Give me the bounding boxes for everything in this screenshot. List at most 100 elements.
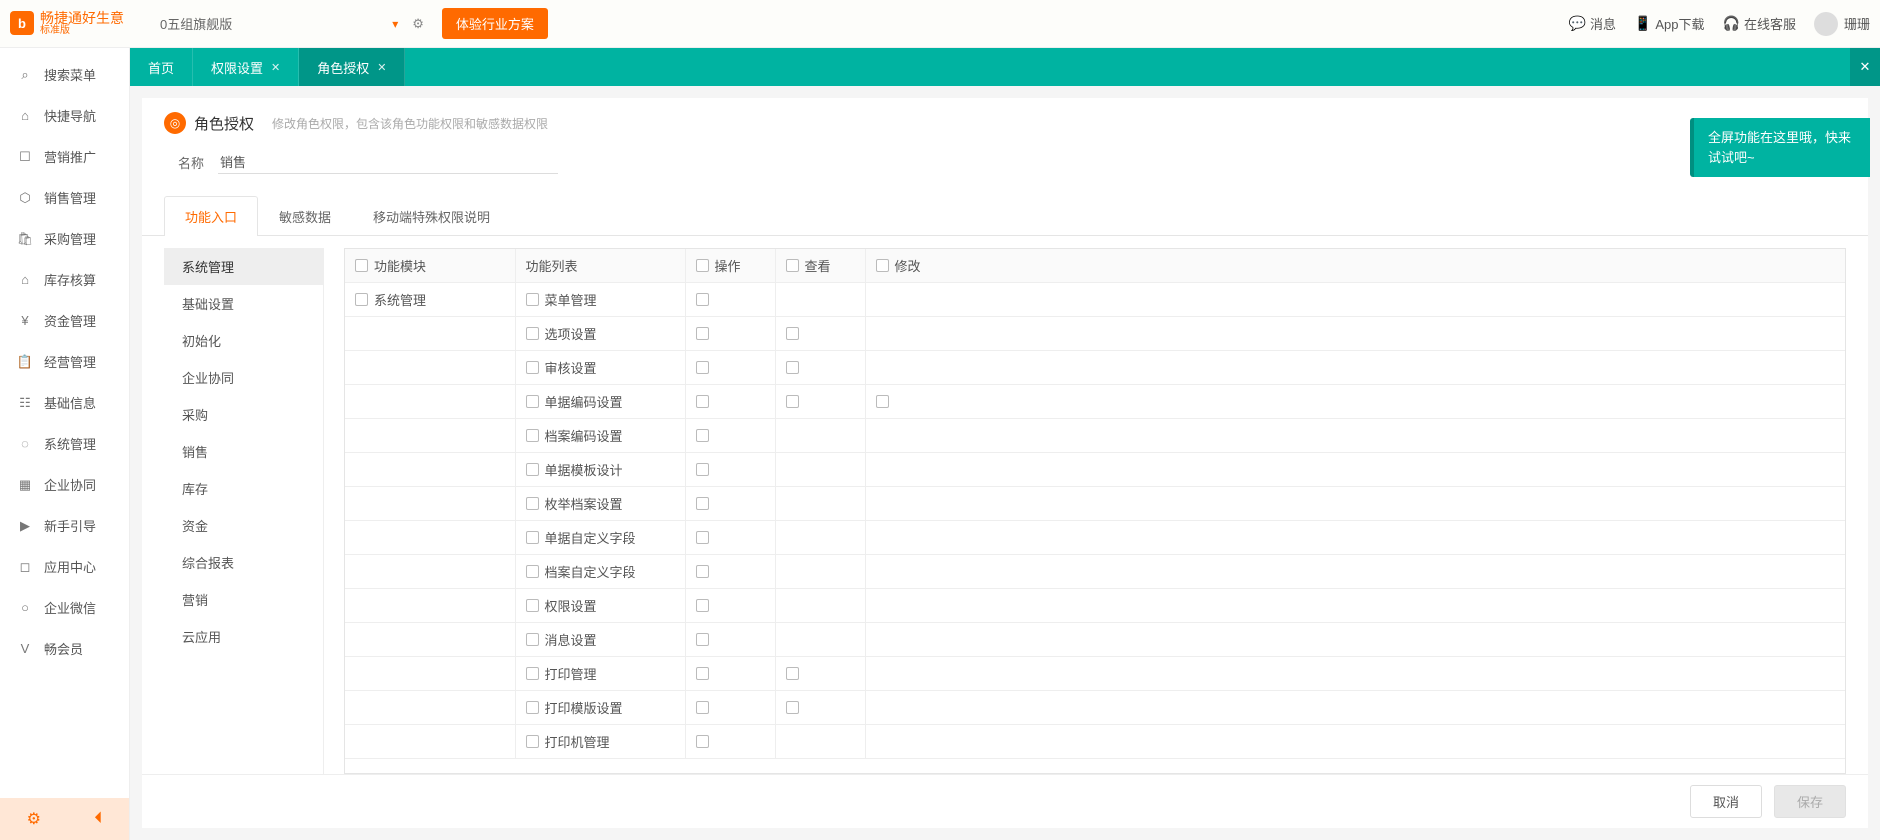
chevron-down-icon: ▾ — [392, 17, 398, 31]
op-checkbox[interactable] — [696, 293, 709, 306]
sidebar-item-label: 系统管理 — [44, 434, 96, 453]
sidebar-item[interactable]: 🛍采购管理 — [0, 218, 129, 259]
category-item[interactable]: 云应用 — [164, 618, 323, 655]
op-checkbox[interactable] — [696, 735, 709, 748]
view-checkbox[interactable] — [786, 327, 799, 340]
version-select[interactable]: 0五组旗舰版 ▾ — [160, 14, 398, 33]
op-checkbox[interactable] — [696, 327, 709, 340]
tab[interactable]: 权限设置✕ — [193, 48, 299, 86]
category-item[interactable]: 企业协同 — [164, 359, 323, 396]
online-support-link[interactable]: 🎧 在线客服 — [1723, 14, 1796, 33]
sidebar-item[interactable]: ⬡销售管理 — [0, 177, 129, 218]
name-input[interactable] — [218, 150, 558, 174]
table-row: 单据自定义字段 — [345, 521, 1845, 555]
module-header: 功能模块 — [374, 256, 426, 275]
logo[interactable]: b 畅捷通好生意 标准版 — [10, 11, 140, 35]
sidebar-item[interactable]: ⌂快捷导航 — [0, 95, 129, 136]
messages-link[interactable]: 💬 消息 — [1569, 14, 1616, 33]
collapse-icon[interactable]: ⏴ — [94, 810, 102, 828]
sidebar-item[interactable]: ◌系统管理 — [0, 423, 129, 464]
func-label: 打印管理 — [545, 664, 597, 683]
func-checkbox[interactable] — [526, 667, 539, 680]
sub-tab[interactable]: 移动端特殊权限说明 — [352, 196, 511, 236]
sidebar-item[interactable]: ☷基础信息 — [0, 382, 129, 423]
promo-button[interactable]: 体验行业方案 — [442, 8, 548, 39]
func-checkbox[interactable] — [526, 361, 539, 374]
settings-gear-icon[interactable]: ⚙ — [412, 16, 424, 32]
sub-tab[interactable]: 敏感数据 — [258, 196, 352, 236]
sidebar-item[interactable]: ☐营销推广 — [0, 136, 129, 177]
op-checkbox[interactable] — [696, 463, 709, 476]
op-checkbox[interactable] — [696, 531, 709, 544]
category-item[interactable]: 基础设置 — [164, 285, 323, 322]
sidebar-item[interactable]: ¥资金管理 — [0, 300, 129, 341]
sidebar-item[interactable]: V畅会员 — [0, 628, 129, 669]
edit-header-checkbox[interactable] — [876, 259, 889, 272]
view-header-checkbox[interactable] — [786, 259, 799, 272]
tab[interactable]: 角色授权✕ — [299, 48, 405, 86]
category-item[interactable]: 系统管理 — [164, 248, 323, 285]
category-item[interactable]: 库存 — [164, 470, 323, 507]
sidebar-item-icon: ◻ — [16, 559, 34, 575]
op-checkbox[interactable] — [696, 633, 709, 646]
op-checkbox[interactable] — [696, 429, 709, 442]
sidebar-item[interactable]: ⌂库存核算 — [0, 259, 129, 300]
close-icon[interactable]: ✕ — [271, 61, 280, 74]
category-item[interactable]: 销售 — [164, 433, 323, 470]
func-label: 菜单管理 — [545, 290, 597, 309]
sub-tabs: 功能入口敏感数据移动端特殊权限说明 — [142, 196, 1868, 236]
category-item[interactable]: 资金 — [164, 507, 323, 544]
func-checkbox[interactable] — [526, 497, 539, 510]
op-checkbox[interactable] — [696, 701, 709, 714]
edit-checkbox[interactable] — [876, 395, 889, 408]
op-checkbox[interactable] — [696, 667, 709, 680]
sub-tab[interactable]: 功能入口 — [164, 196, 258, 236]
sidebar-item[interactable]: ▶新手引导 — [0, 505, 129, 546]
save-button[interactable]: 保存 — [1774, 785, 1846, 818]
op-checkbox[interactable] — [696, 497, 709, 510]
view-checkbox[interactable] — [786, 395, 799, 408]
sidebar-item[interactable]: 📋经营管理 — [0, 341, 129, 382]
module-header-checkbox[interactable] — [355, 259, 368, 272]
tab[interactable]: 首页 — [130, 48, 193, 86]
func-checkbox[interactable] — [526, 395, 539, 408]
func-checkbox[interactable] — [526, 735, 539, 748]
func-checkbox[interactable] — [526, 327, 539, 340]
func-checkbox[interactable] — [526, 531, 539, 544]
func-checkbox[interactable] — [526, 293, 539, 306]
sidebar-item[interactable]: ⌕搜索菜单 — [0, 54, 129, 95]
func-checkbox[interactable] — [526, 463, 539, 476]
func-label: 档案自定义字段 — [545, 562, 636, 581]
op-checkbox[interactable] — [696, 395, 709, 408]
user-menu[interactable]: 珊珊 — [1814, 12, 1870, 36]
sidebar-item[interactable]: ○企业微信 — [0, 587, 129, 628]
category-item[interactable]: 采购 — [164, 396, 323, 433]
close-icon[interactable]: ✕ — [377, 61, 386, 74]
category-item[interactable]: 初始化 — [164, 322, 323, 359]
func-checkbox[interactable] — [526, 565, 539, 578]
sidebar-item[interactable]: ◻应用中心 — [0, 546, 129, 587]
category-item[interactable]: 综合报表 — [164, 544, 323, 581]
func-checkbox[interactable] — [526, 633, 539, 646]
op-header-checkbox[interactable] — [696, 259, 709, 272]
op-checkbox[interactable] — [696, 599, 709, 612]
func-label: 打印模版设置 — [545, 698, 623, 717]
settings-icon[interactable]: ⚙ — [27, 809, 41, 829]
view-checkbox[interactable] — [786, 701, 799, 714]
func-checkbox[interactable] — [526, 429, 539, 442]
tab-label: 首页 — [148, 58, 174, 77]
op-checkbox[interactable] — [696, 565, 709, 578]
func-checkbox[interactable] — [526, 701, 539, 714]
sidebar-item[interactable]: ▦企业协同 — [0, 464, 129, 505]
category-item[interactable]: 营销 — [164, 581, 323, 618]
sidebar-item-icon: ⬡ — [16, 190, 34, 206]
app-download-link[interactable]: 📱 App下载 — [1634, 14, 1705, 33]
cancel-button[interactable]: 取消 — [1690, 785, 1762, 818]
close-all-tabs[interactable]: ✕ — [1850, 48, 1880, 86]
op-checkbox[interactable] — [696, 361, 709, 374]
view-checkbox[interactable] — [786, 361, 799, 374]
func-checkbox[interactable] — [526, 599, 539, 612]
module-checkbox[interactable] — [355, 293, 368, 306]
fullscreen-callout: 全屏功能在这里哦，快来试试吧~ — [1690, 118, 1870, 177]
view-checkbox[interactable] — [786, 667, 799, 680]
